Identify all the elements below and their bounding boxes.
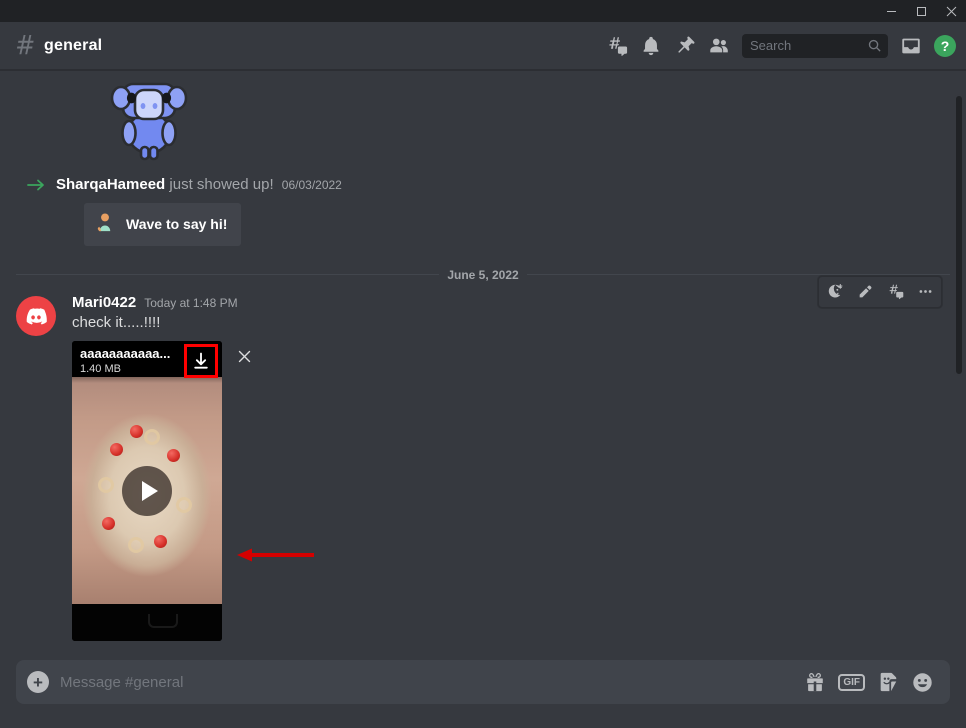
wave-button-label: Wave to say hi! [126, 216, 228, 232]
message-author[interactable]: Mari0422 [72, 294, 136, 311]
gif-label: GIF [838, 673, 865, 691]
join-message-block: SharqaHameed just showed up! 06/03/2022 … [0, 76, 966, 246]
video-thumbnail [72, 377, 222, 605]
message-actions-toolbar [818, 275, 942, 308]
message-composer[interactable]: + Message #general GIF [16, 660, 950, 704]
search-icon [867, 38, 882, 53]
plus-icon: + [27, 671, 49, 693]
window-maximize-button[interactable] [906, 0, 936, 22]
emoji-icon[interactable] [911, 668, 934, 696]
message-timestamp: Today at 1:48 PM [144, 295, 238, 310]
help-label: ? [940, 37, 950, 54]
video-letterbox [72, 604, 222, 642]
close-icon[interactable] [234, 346, 254, 366]
composer-area: + Message #general GIF [0, 660, 966, 728]
pin-icon[interactable] [668, 29, 702, 63]
sticker-icon[interactable] [877, 668, 899, 696]
message-body: Mari0422 Today at 1:48 PM check it.....!… [72, 294, 918, 642]
divider-line-right [526, 274, 951, 275]
search-input[interactable]: Search [742, 33, 888, 58]
play-triangle [141, 480, 158, 501]
attachment-row: aaaaaaaaaaa... 1.40 MB [72, 341, 918, 642]
arrow-right-icon [16, 178, 56, 192]
messages-scrollbar[interactable] [954, 94, 964, 376]
video-attachment[interactable]: aaaaaaaaaaa... 1.40 MB [72, 341, 222, 642]
messages-list: SharqaHameed just showed up! 06/03/2022 … [0, 70, 966, 660]
gift-icon[interactable] [804, 668, 826, 696]
avatar[interactable] [16, 295, 56, 336]
join-message-text: SharqaHameed just showed up! 06/03/2022 [56, 175, 342, 195]
channel-header: general Search ? [0, 22, 966, 70]
message-text: check it.....!!!! [72, 313, 161, 331]
window-close-button[interactable] [936, 0, 966, 22]
join-username[interactable]: SharqaHameed [56, 176, 165, 193]
download-icon[interactable] [184, 344, 218, 379]
waving-hand-emoji [94, 211, 116, 238]
discord-logo-icon [26, 307, 47, 325]
search-placeholder: Search [750, 38, 792, 53]
window-titlebar [0, 0, 966, 22]
message-input[interactable]: Message #general [60, 674, 804, 691]
header-toolbar: Search ? [600, 29, 956, 63]
minimize-icon [886, 10, 896, 12]
messages-scroll-container[interactable]: SharqaHameed just showed up! 06/03/2022 … [0, 70, 966, 660]
hash-icon [14, 34, 36, 57]
date-divider-label: June 5, 2022 [447, 267, 519, 282]
gif-icon[interactable]: GIF [838, 668, 865, 696]
threads-icon[interactable] [600, 29, 634, 63]
close-icon [946, 6, 956, 16]
divider-line-left [16, 274, 440, 275]
composer-toolbar: GIF [804, 668, 940, 696]
members-icon[interactable] [702, 29, 736, 63]
wave-to-say-hi-button[interactable]: Wave to say hi! [84, 202, 242, 246]
inbox-icon[interactable] [894, 29, 928, 63]
message-header: Mari0422 Today at 1:48 PM [72, 294, 918, 311]
add-reaction-icon[interactable] [821, 279, 849, 305]
discord-window: general Search ? SharqaHameed just showe… [0, 0, 966, 728]
maximize-icon [916, 6, 926, 16]
upload-attachment-button[interactable]: + [16, 660, 60, 704]
channel-name: general [44, 36, 103, 54]
bell-icon[interactable] [634, 29, 668, 63]
help-icon[interactable]: ? [934, 34, 956, 57]
edit-icon[interactable] [851, 279, 879, 305]
join-action-text: just showed up! [169, 176, 274, 193]
message-item: Mari0422 Today at 1:48 PM check it.....!… [0, 275, 966, 642]
wumpus-mascot [94, 76, 204, 161]
window-minimize-button[interactable] [876, 0, 906, 22]
attachment-filename: aaaaaaaaaaa... [80, 346, 171, 362]
more-icon[interactable] [911, 279, 939, 305]
join-date: 06/03/2022 [281, 178, 342, 192]
date-divider: June 5, 2022 [16, 267, 951, 282]
join-message-row: SharqaHameed just showed up! 06/03/2022 [16, 175, 950, 195]
play-icon[interactable] [122, 465, 172, 516]
create-thread-icon[interactable] [881, 279, 909, 305]
